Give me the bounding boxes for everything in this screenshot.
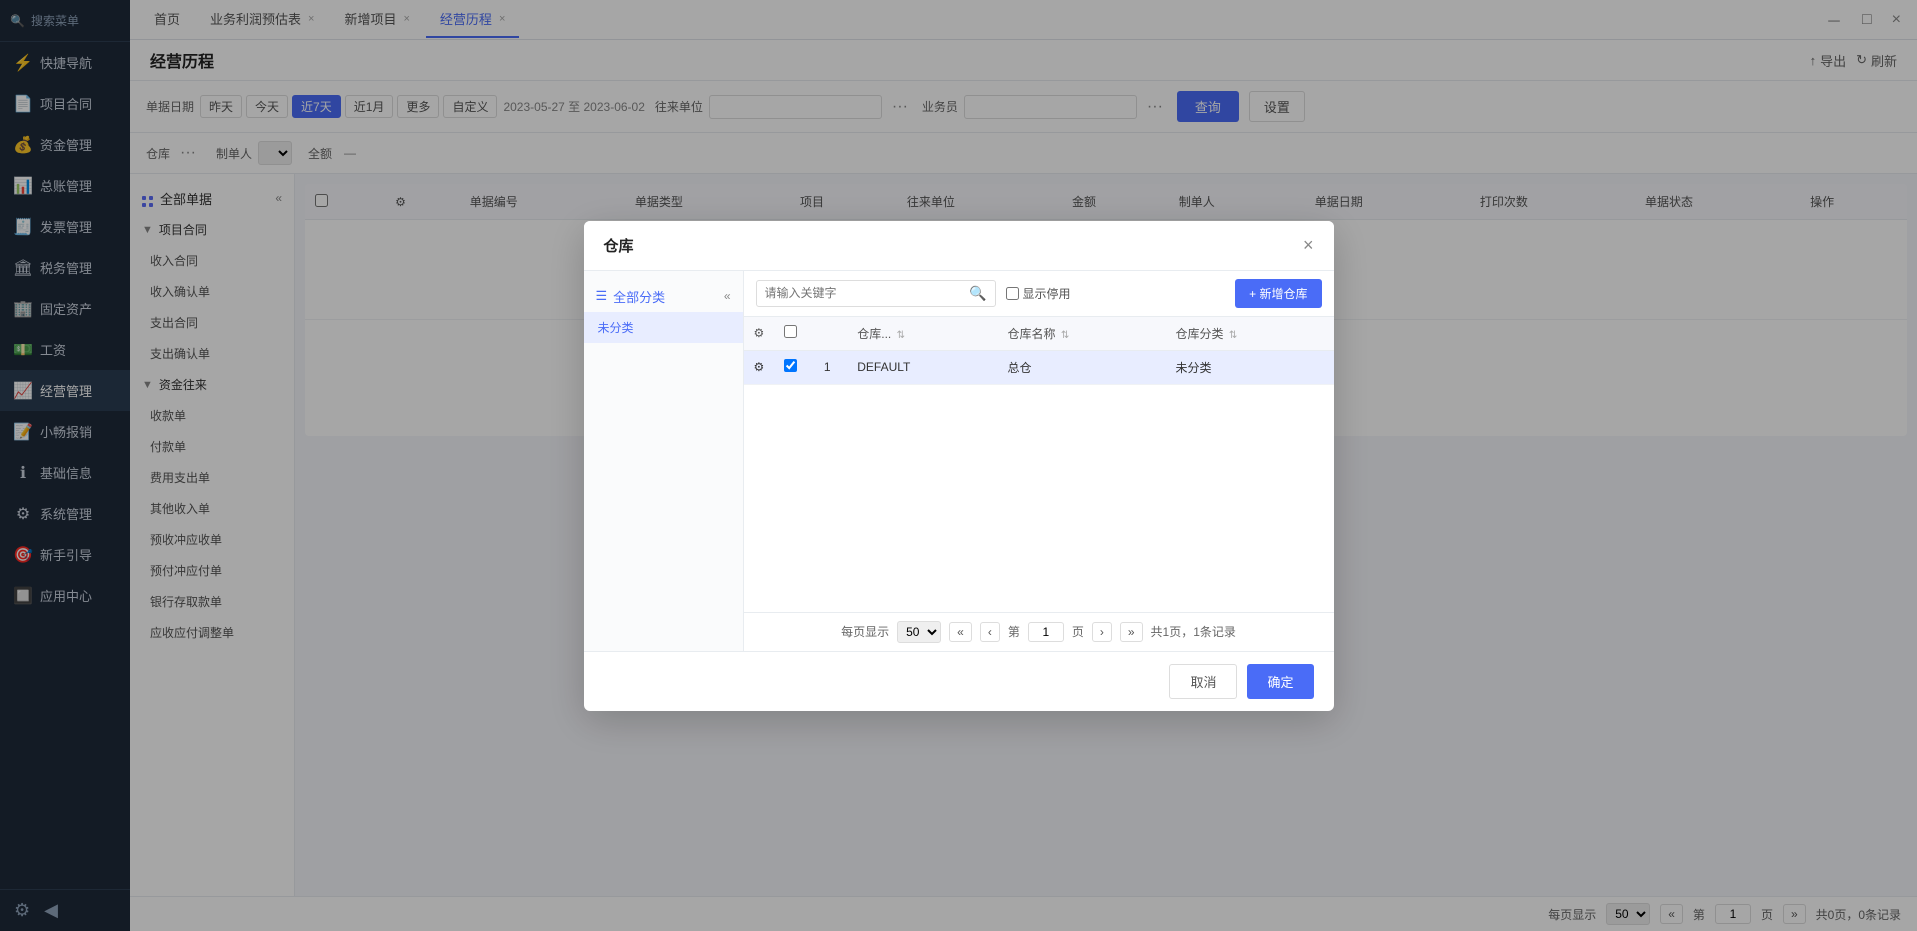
modal-close-button[interactable]: × — [1303, 236, 1314, 254]
row-num: 1 — [807, 350, 847, 384]
modal-table: ⚙ 仓库... ⇅ 仓库名称 ⇅ — [744, 317, 1334, 612]
modal-next-page-btn[interactable]: › — [1092, 622, 1112, 642]
category-icon: ☰ — [596, 288, 608, 304]
row-code: DEFAULT — [847, 350, 997, 384]
show-disabled-checkbox[interactable] — [1006, 287, 1019, 300]
row-category: 未分类 — [1166, 350, 1334, 384]
show-disabled-text: 显示停用 — [1023, 285, 1071, 302]
modal-header: 仓库 × — [584, 221, 1334, 271]
confirm-button[interactable]: 确定 — [1247, 664, 1313, 699]
warehouse-table: ⚙ 仓库... ⇅ 仓库名称 ⇅ — [744, 317, 1334, 385]
left-collapse-btn[interactable]: « — [724, 289, 731, 303]
modal-footer: 取消 确定 — [584, 651, 1334, 711]
modal-col-code-label: 仓库... — [857, 327, 891, 341]
uncategorized-item[interactable]: 未分类 — [584, 312, 743, 343]
modal-page-input[interactable] — [1028, 622, 1064, 642]
modal-first-page-btn[interactable]: « — [949, 622, 972, 642]
modal-col-name-label: 仓库名称 — [1008, 327, 1056, 341]
row-checkbox-input[interactable] — [784, 359, 797, 372]
row-name: 总仓 — [998, 350, 1166, 384]
sort-icon-code: ⇅ — [897, 330, 905, 341]
modal-pagination: 每页显示 50 « ‹ 第 页 › » 共1页，1条记录 — [744, 612, 1334, 651]
all-category-label: 全部分类 — [613, 287, 665, 306]
modal-col-category[interactable]: 仓库分类 ⇅ — [1166, 317, 1334, 351]
modal-col-gear: ⚙ — [744, 317, 775, 351]
cancel-button[interactable]: 取消 — [1169, 664, 1237, 699]
modal-last-page-btn[interactable]: » — [1120, 622, 1143, 642]
table-row[interactable]: ⚙ 1 DEFAULT 总仓 未分类 — [744, 350, 1334, 384]
modal-search-box[interactable]: 🔍 — [756, 280, 996, 307]
uncategorized-label: 未分类 — [598, 321, 634, 335]
modal-title: 仓库 — [604, 235, 634, 256]
modal-search-icon: 🔍 — [969, 285, 986, 302]
modal-per-page-label: 每页显示 — [841, 623, 889, 640]
modal-col-checkbox — [774, 317, 807, 351]
modal-col-category-label: 仓库分类 — [1176, 327, 1224, 341]
modal-total-label: 共1页，1条记录 — [1151, 623, 1236, 640]
all-category-header[interactable]: ☰ 全部分类 « — [584, 281, 743, 312]
modal-body: ☰ 全部分类 « 未分类 🔍 显示停用 — [584, 271, 1334, 651]
modal-page-label-pre: 第 — [1008, 623, 1020, 640]
add-warehouse-button[interactable]: + 新增仓库 — [1235, 279, 1321, 308]
warehouse-modal: 仓库 × ☰ 全部分类 « 未分类 — [584, 221, 1334, 711]
modal-col-code[interactable]: 仓库... ⇅ — [847, 317, 997, 351]
modal-overlay: 仓库 × ☰ 全部分类 « 未分类 — [0, 0, 1917, 931]
row-checkbox — [774, 350, 807, 384]
sort-icon-name: ⇅ — [1061, 330, 1069, 341]
modal-right-panel: 🔍 显示停用 + 新增仓库 ⚙ — [744, 271, 1334, 651]
modal-left-panel: ☰ 全部分类 « 未分类 — [584, 271, 744, 651]
row-gear: ⚙ — [744, 350, 775, 384]
modal-col-num — [807, 317, 847, 351]
modal-search-input[interactable] — [765, 286, 964, 300]
modal-col-name[interactable]: 仓库名称 ⇅ — [998, 317, 1166, 351]
modal-per-page-select[interactable]: 50 — [897, 621, 941, 643]
sort-icon-category: ⇅ — [1229, 330, 1237, 341]
modal-toolbar: 🔍 显示停用 + 新增仓库 — [744, 271, 1334, 317]
modal-page-label: 页 — [1072, 623, 1084, 640]
modal-select-all[interactable] — [784, 325, 797, 338]
modal-prev-page-btn[interactable]: ‹ — [980, 622, 1000, 642]
show-disabled-label: 显示停用 — [1006, 285, 1071, 302]
